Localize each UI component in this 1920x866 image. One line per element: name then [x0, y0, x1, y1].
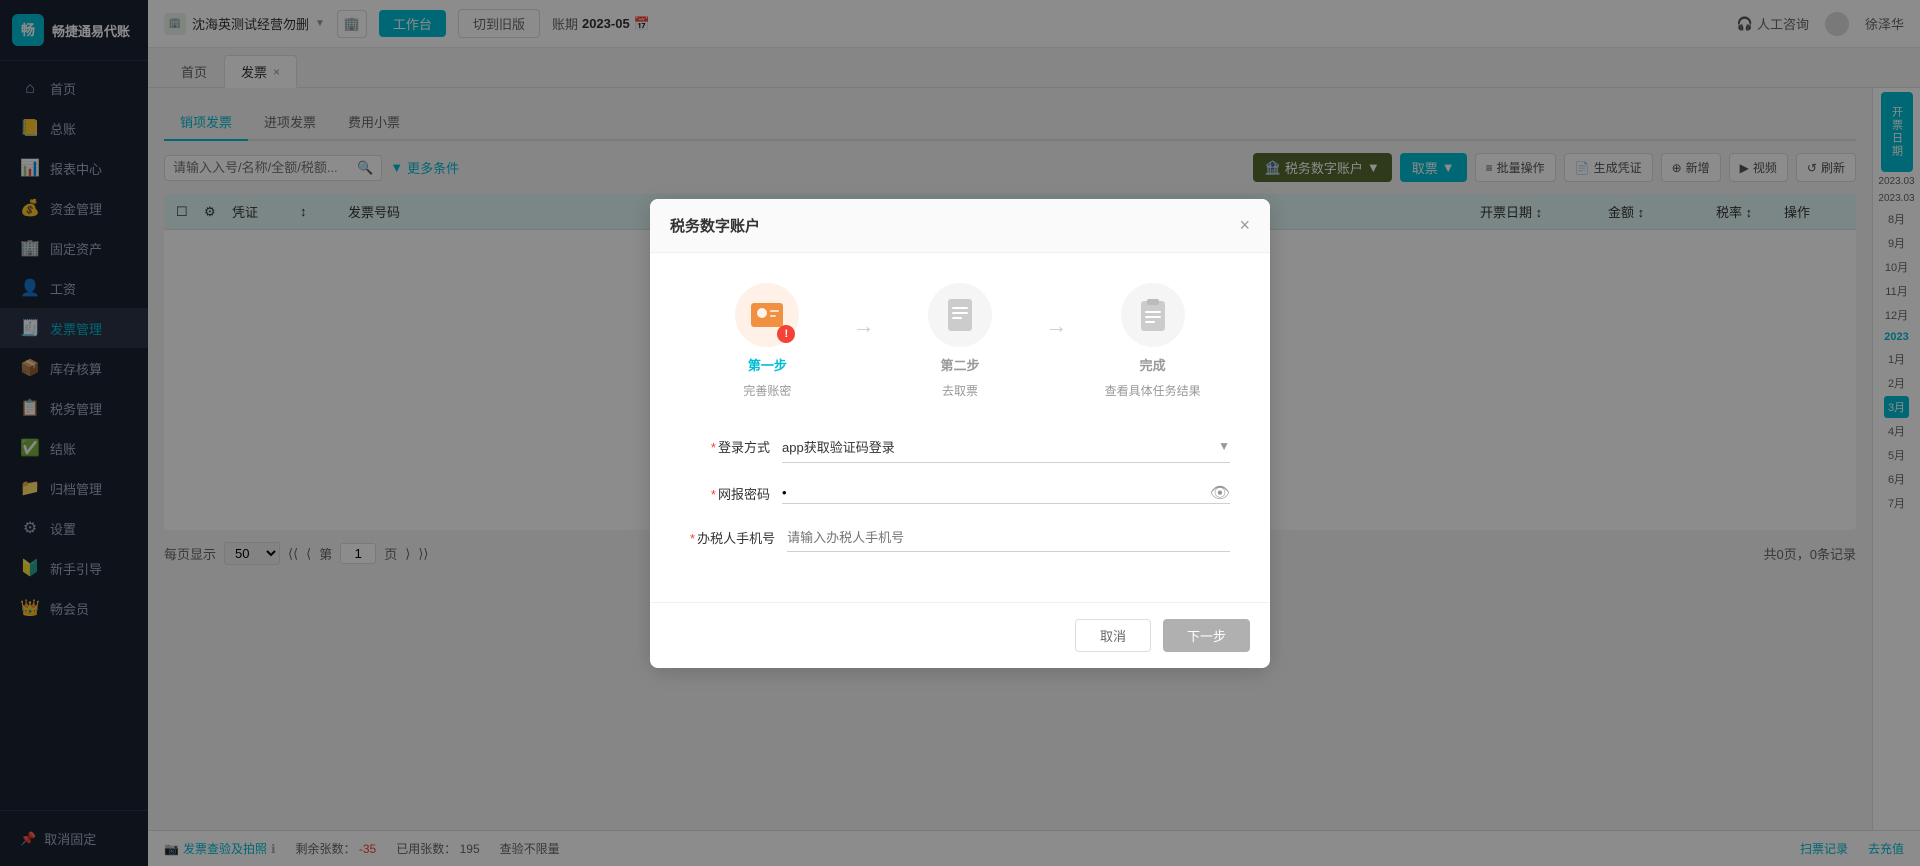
login-method-row: 登录方式 app获取验证码登录 ▼	[690, 431, 1230, 463]
password-wrap: 👁	[782, 483, 1230, 504]
eye-icon[interactable]: 👁	[1210, 483, 1230, 503]
step-3-icon-wrap	[1121, 283, 1185, 347]
step-1-error-badge: !	[777, 325, 795, 343]
cancel-button[interactable]: 取消	[1075, 619, 1151, 652]
password-label: 网报密码	[690, 484, 770, 503]
steps: ! 第一步 完善账密 →	[690, 283, 1230, 399]
phone-input[interactable]	[787, 524, 1230, 552]
phone-label: 办税人手机号	[690, 528, 775, 547]
modal-title: 税务数字账户	[670, 215, 760, 236]
step-2-subtitle: 去取票	[942, 382, 978, 399]
arrow-2: →	[1045, 313, 1067, 339]
document-icon	[940, 295, 980, 335]
clipboard-icon	[1133, 295, 1173, 335]
password-row: 网报密码 👁	[690, 483, 1230, 504]
modal-close-button[interactable]: ×	[1239, 216, 1250, 234]
modal-footer: 取消 下一步	[650, 602, 1270, 668]
step-1-title: 第一步	[748, 355, 787, 374]
login-method-label: 登录方式	[690, 437, 770, 456]
step-1-icon-wrap: !	[735, 283, 799, 347]
modal-header: 税务数字账户 ×	[650, 199, 1270, 253]
login-method-value: app获取验证码登录	[782, 437, 1218, 456]
modal-body: ! 第一步 完善账密 →	[650, 253, 1270, 602]
step-2-icon-wrap	[928, 283, 992, 347]
login-method-select[interactable]: app获取验证码登录 ▼	[782, 431, 1230, 463]
phone-row: 办税人手机号	[690, 524, 1230, 552]
next-button[interactable]: 下一步	[1163, 619, 1250, 652]
arrow-1: →	[853, 313, 875, 339]
step-3-subtitle: 查看具体任务结果	[1105, 382, 1201, 399]
step-1-subtitle: 完善账密	[743, 382, 791, 399]
modal-overlay: 税务数字账户 × ! 第一步	[0, 0, 1920, 866]
step-3-title: 完成	[1140, 355, 1166, 374]
password-input[interactable]	[782, 485, 1210, 500]
step-2-title: 第二步	[941, 355, 980, 374]
login-method-arrow-icon: ▼	[1218, 439, 1230, 453]
digital-account-modal: 税务数字账户 × ! 第一步	[650, 199, 1270, 668]
step-1: ! 第一步 完善账密	[690, 283, 845, 399]
step-2: 第二步 去取票	[883, 283, 1038, 399]
step-3: 完成 查看具体任务结果	[1075, 283, 1230, 399]
